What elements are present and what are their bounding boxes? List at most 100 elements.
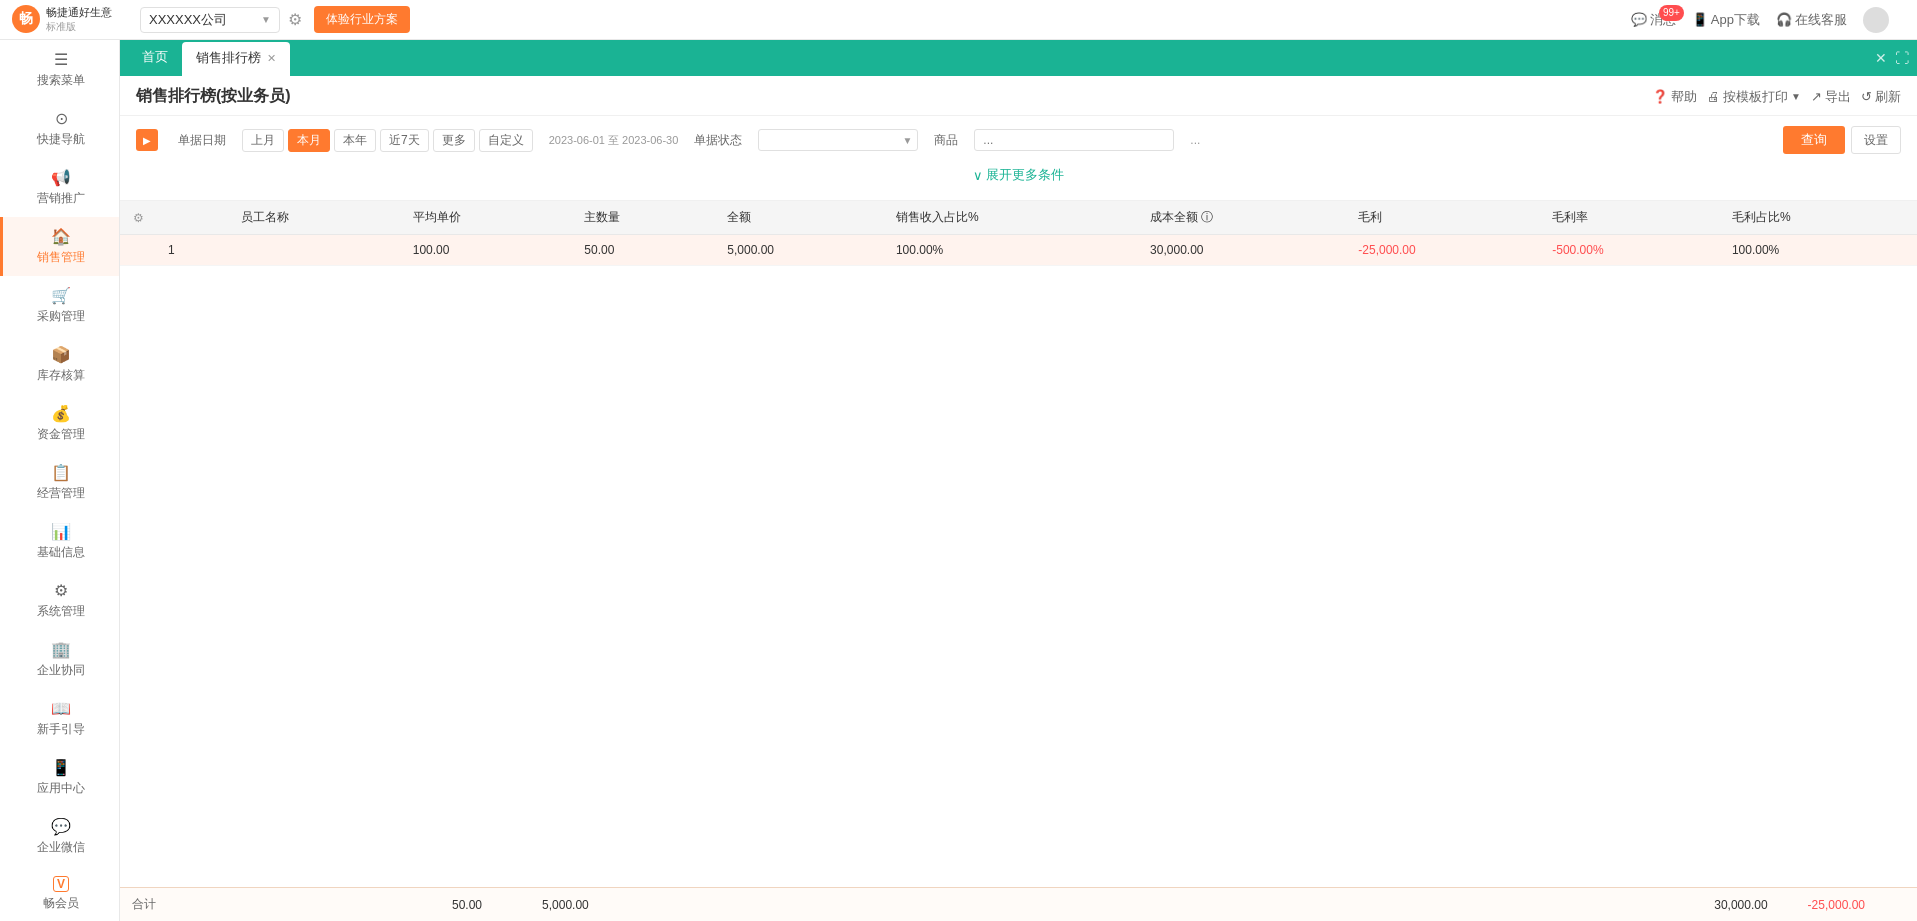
page-content: 销售排行榜(按业务员) ❓ 帮助 🖨 按模板打印 ▼ ↗ 导出 [120,76,1917,921]
appstore-icon: 📱 [51,758,71,777]
status-label: 单据状态 [694,132,742,149]
marketing-icon: 📢 [51,168,71,187]
message-button[interactable]: 💬 消息 99+ [1631,11,1676,29]
sales-rank-table: ⚙ 员工名称 平均单价 主数量 全额 销售收入占比% 成本全额 ⓘ 毛利 毛利率… [120,201,1917,266]
help-label: 帮助 [1671,88,1697,106]
trial-button[interactable]: 体验行业方案 [314,6,410,33]
member-icon: V [53,876,69,892]
col-avg-price: 平均单价 [401,201,573,235]
help-icon: ❓ [1652,89,1668,104]
logo: 畅 畅捷通好生意 标准版 [12,5,132,33]
sidebar-item-system[interactable]: ⚙ 系统管理 [0,571,119,630]
print-dropdown-arrow: ▼ [1791,91,1801,102]
tabbar: 首页 销售排行榜 ✕ ✕ ⛶ [120,40,1917,76]
status-select-wrapper: ▼ [758,129,918,151]
company-selector[interactable]: XXXXXX公司 ▼ [140,7,280,33]
col-quantity: 主数量 [572,201,715,235]
sidebar-item-enterprise[interactable]: 🏢 企业协同 [0,630,119,689]
expand-label: 展开更多条件 [986,166,1064,184]
col-profit-pct: 毛利占比% [1720,201,1917,235]
date-btn-custom[interactable]: 自定义 [479,129,533,152]
col-sales-pct: 销售收入占比% [884,201,1138,235]
sidebar-label-enterprise: 企业协同 [37,662,85,679]
refresh-label: 刷新 [1875,88,1901,106]
sidebar-label-guide: 新手引导 [37,721,85,738]
sidebar-item-marketing[interactable]: 📢 营销推广 [0,158,119,217]
sales-icon: 🏠 [51,227,71,246]
help-button[interactable]: ❓ 帮助 [1652,88,1697,106]
table-header-row: ⚙ 员工名称 平均单价 主数量 全额 销售收入占比% 成本全额 ⓘ 毛利 毛利率… [120,201,1917,235]
enterprise-icon: 🏢 [51,640,71,659]
topbar-right: 💬 消息 99+ 📱 App下载 🎧 在线客服 [1631,7,1905,33]
footer-label: 合计 [132,896,232,913]
tab-home[interactable]: 首页 [128,40,182,76]
footer-cost: 30,000.00 [1714,898,1767,912]
company-settings-icon[interactable]: ⚙ [288,10,302,29]
sidebar-label-sales: 销售管理 [37,249,85,266]
tab-expand-icon[interactable]: ⛶ [1895,50,1909,66]
col-settings[interactable]: ⚙ [120,201,156,235]
page-actions: ❓ 帮助 🖨 按模板打印 ▼ ↗ 导出 ↺ 刷新 [1652,88,1901,106]
search-icon: ☰ [54,50,68,69]
sidebar-item-wechat[interactable]: 💬 企业微信 [0,807,119,866]
sidebar-item-basic[interactable]: 📊 基础信息 [0,512,119,571]
goods-label: 商品 [934,132,958,149]
filter-more-icon[interactable]: ... [1190,133,1200,147]
sidebar-item-inventory[interactable]: 📦 库存核算 [0,335,119,394]
logo-sub: 标准版 [46,20,112,34]
col-profit-rate: 毛利率 [1540,201,1720,235]
col-profit: 毛利 [1346,201,1540,235]
app-icon: 📱 [1692,12,1708,27]
expand-more-button[interactable]: ∨ 展开更多条件 [973,166,1064,184]
sidebar-item-search[interactable]: ☰ 搜索菜单 [0,40,119,99]
tabbar-right: ✕ ⛶ [1875,50,1909,66]
sidebar-item-finance[interactable]: 💰 资金管理 [0,394,119,453]
service-label: 在线客服 [1795,11,1847,29]
filter-toggle-icon: ▶ [143,135,151,146]
sidebar: ☰ 搜索菜单 ⊙ 快捷导航 📢 营销推广 🏠 销售管理 🛒 采购管理 📦 库存核… [0,40,120,921]
sidebar-label-basic: 基础信息 [37,544,85,561]
app-label: App下载 [1711,11,1760,29]
sidebar-item-shortcut[interactable]: ⊙ 快捷导航 [0,99,119,158]
avatar[interactable] [1863,7,1889,33]
col-amount: 全额 [715,201,884,235]
export-button[interactable]: ↗ 导出 [1811,88,1851,106]
sidebar-label-shortcut: 快捷导航 [37,131,85,148]
status-select[interactable] [758,129,918,151]
query-button[interactable]: 查询 [1783,126,1845,154]
sidebar-item-sales[interactable]: 🏠 销售管理 [0,217,119,276]
sidebar-item-member[interactable]: V 畅会员 [0,866,119,921]
expand-icon: ∨ [973,168,983,183]
settings-button[interactable]: 设置 [1851,126,1901,154]
tab-close-icon[interactable]: ✕ [267,52,276,65]
service-icon: 🎧 [1776,12,1792,27]
online-service-button[interactable]: 🎧 在线客服 [1776,11,1847,29]
page-title: 销售排行榜(按业务员) [136,86,291,107]
finance-icon: 💰 [51,404,71,423]
tab-sales-rank[interactable]: 销售排行榜 ✕ [182,42,290,76]
date-btn-this-month[interactable]: 本月 [288,129,330,152]
row-amount: 5,000.00 [715,235,884,266]
date-buttons: 上月 本月 本年 近7天 更多 自定义 [242,129,533,152]
date-btn-last-month[interactable]: 上月 [242,129,284,152]
app-download-button[interactable]: 📱 App下载 [1692,11,1760,29]
sidebar-item-appstore[interactable]: 📱 应用中心 [0,748,119,807]
footer-profit: -25,000.00 [1808,898,1865,912]
sidebar-item-purchase[interactable]: 🛒 采购管理 [0,276,119,335]
table-row: 1 100.00 50.00 5,000.00 100.00% 30,000.0… [120,235,1917,266]
sidebar-label-inventory: 库存核算 [37,367,85,384]
topbar: 畅 畅捷通好生意 标准版 XXXXXX公司 ▼ ⚙ 体验行业方案 💬 消息 99… [0,0,1917,40]
date-btn-this-year[interactable]: 本年 [334,129,376,152]
sidebar-item-guide[interactable]: 📖 新手引导 [0,689,119,748]
date-btn-last7[interactable]: 近7天 [380,129,429,152]
tab-close-window-icon[interactable]: ✕ [1875,50,1887,66]
date-btn-more[interactable]: 更多 [433,129,475,152]
date-range: 2023-06-01 至 2023-06-30 [549,133,679,148]
filter-toggle-button[interactable]: ▶ [136,129,158,151]
goods-input[interactable] [974,129,1174,151]
template-print-button[interactable]: 🖨 按模板打印 ▼ [1707,88,1801,106]
sidebar-label-purchase: 采购管理 [37,308,85,325]
sidebar-item-operations[interactable]: 📋 经营管理 [0,453,119,512]
company-dropdown-arrow: ▼ [261,14,271,25]
refresh-button[interactable]: ↺ 刷新 [1861,88,1901,106]
